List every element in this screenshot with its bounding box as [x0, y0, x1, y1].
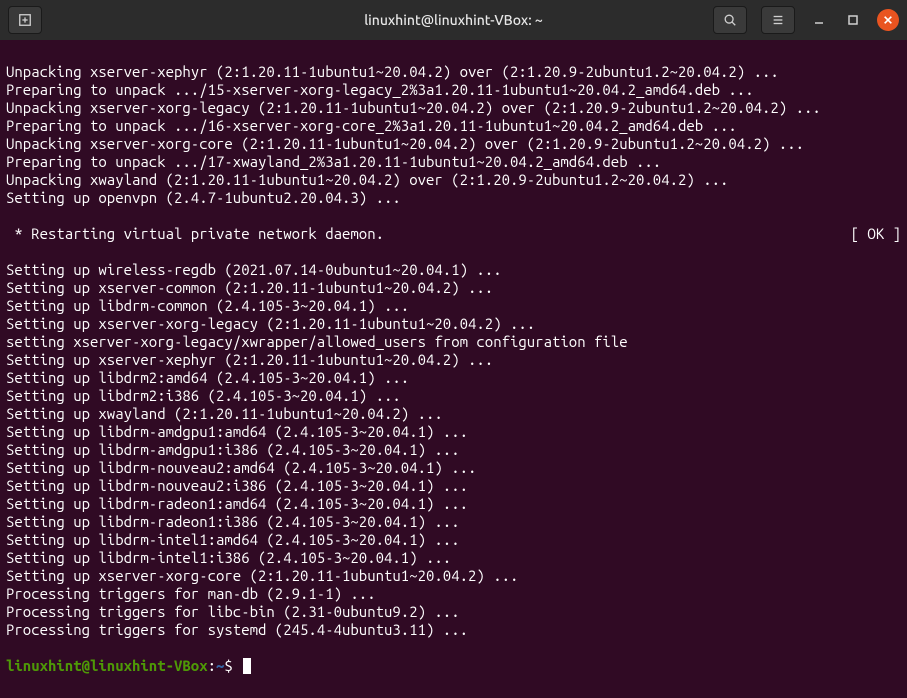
terminal-line: Setting up libdrm2:i386 (2.4.105-3~20.04…: [6, 387, 901, 405]
terminal-line: Setting up libdrm-intel1:amd64 (2.4.105-…: [6, 531, 901, 549]
terminal-line: Setting up libdrm-radeon1:amd64 (2.4.105…: [6, 495, 901, 513]
prompt-path: ~: [216, 657, 224, 674]
minimize-button[interactable]: [809, 10, 829, 30]
terminal-line: Setting up libdrm-amdgpu1:i386 (2.4.105-…: [6, 441, 901, 459]
terminal-line: Unpacking xserver-xorg-legacy (2:1.20.11…: [6, 99, 901, 117]
terminal-line: Setting up xserver-common (2:1.20.11-1ub…: [6, 279, 901, 297]
terminal-line: Processing triggers for libc-bin (2.31-0…: [6, 603, 901, 621]
terminal-line: Setting up libdrm-nouveau2:i386 (2.4.105…: [6, 477, 901, 495]
cursor-icon: [243, 658, 251, 674]
terminal-line: Setting up libdrm-radeon1:i386 (2.4.105-…: [6, 513, 901, 531]
terminal-line: Processing triggers for systemd (245.4-4…: [6, 621, 901, 639]
terminal-line: Setting up wireless-regdb (2021.07.14-0u…: [6, 261, 901, 279]
titlebar: linuxhint@linuxhint-VBox: ~: [0, 0, 907, 40]
terminal-line: Setting up libdrm-intel1:i386 (2.4.105-3…: [6, 549, 901, 567]
maximize-button[interactable]: [843, 10, 863, 30]
search-button[interactable]: [713, 6, 747, 34]
terminal-line: Setting up libdrm-common (2.4.105-3~20.0…: [6, 297, 901, 315]
terminal-line: Setting up xserver-xorg-core (2:1.20.11-…: [6, 567, 901, 585]
menu-button[interactable]: [761, 6, 795, 34]
terminal-line: setting xserver-xorg-legacy/xwrapper/all…: [6, 333, 901, 351]
terminal-line: Setting up libdrm2:amd64 (2.4.105-3~20.0…: [6, 369, 901, 387]
terminal-line: Setting up xwayland (2:1.20.11-1ubuntu1~…: [6, 405, 901, 423]
terminal-line: Unpacking xserver-xephyr (2:1.20.11-1ubu…: [6, 63, 901, 81]
new-tab-button[interactable]: [8, 6, 42, 34]
prompt-line: linuxhint@linuxhint-VBox:~$: [6, 657, 901, 675]
prompt-user-host: linuxhint@linuxhint-VBox: [6, 657, 208, 674]
terminal-line: Setting up xserver-xephyr (2:1.20.11-1ub…: [6, 351, 901, 369]
terminal-line: Preparing to unpack .../15-xserver-xorg-…: [6, 81, 901, 99]
terminal-line: Processing triggers for man-db (2.9.1-1)…: [6, 585, 901, 603]
terminal-line: Setting up libdrm-nouveau2:amd64 (2.4.10…: [6, 459, 901, 477]
terminal-line: Unpacking xwayland (2:1.20.11-1ubuntu1~2…: [6, 171, 901, 189]
status-text: * Restarting virtual private network dae…: [6, 225, 384, 243]
close-button[interactable]: [877, 9, 899, 31]
terminal-output[interactable]: Unpacking xserver-xephyr (2:1.20.11-1ubu…: [0, 40, 907, 698]
terminal-line: Preparing to unpack .../16-xserver-xorg-…: [6, 117, 901, 135]
terminal-line: Unpacking xserver-xorg-core (2:1.20.11-1…: [6, 135, 901, 153]
terminal-line: Setting up openvpn (2.4.7-1ubuntu2.20.04…: [6, 189, 901, 207]
window-title: linuxhint@linuxhint-VBox: ~: [364, 12, 543, 28]
terminal-line: Setting up libdrm-amdgpu1:amd64 (2.4.105…: [6, 423, 901, 441]
status-ok: [ OK ]: [851, 225, 901, 243]
terminal-line: Setting up xserver-xorg-legacy (2:1.20.1…: [6, 315, 901, 333]
terminal-line: Preparing to unpack .../17-xwayland_2%3a…: [6, 153, 901, 171]
